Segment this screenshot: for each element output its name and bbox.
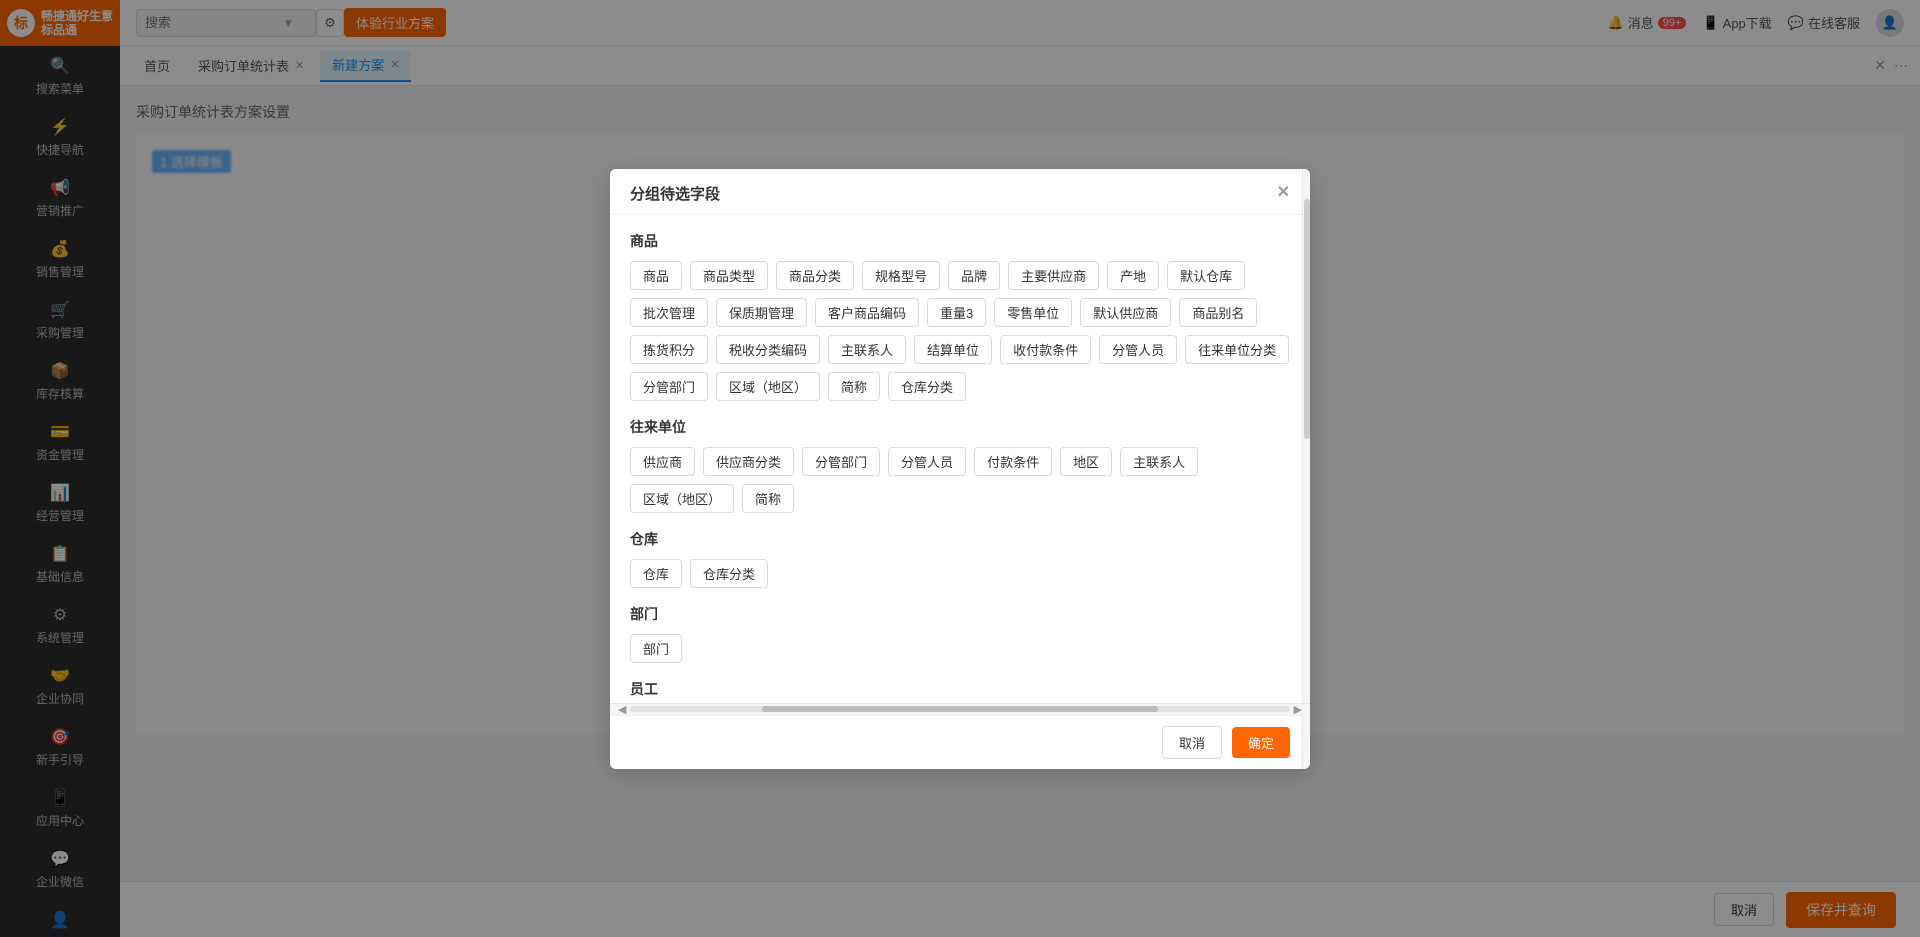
hscroll-track	[630, 706, 1289, 712]
section-partner-chips: 供应商 供应商分类 分管部门 分管人员 付款条件 地区 主联系人 区域（地区） …	[630, 447, 1290, 513]
chip-settle-unit[interactable]: 结算单位	[914, 335, 992, 364]
chip-manager[interactable]: 分管人员	[1099, 335, 1177, 364]
chip-default-warehouse[interactable]: 默认仓库	[1167, 261, 1245, 290]
chip-product-alias[interactable]: 商品别名	[1179, 298, 1257, 327]
chip-dept[interactable]: 分管部门	[630, 372, 708, 401]
chip-abbr[interactable]: 简称	[828, 372, 880, 401]
chip-product-type[interactable]: 商品类型	[690, 261, 768, 290]
chip-batch-mgmt[interactable]: 批次管理	[630, 298, 708, 327]
section-product-title: 商品	[630, 231, 1290, 251]
chip-supplier-category[interactable]: 供应商分类	[703, 447, 794, 476]
section-product: 商品 商品 商品类型 商品分类 规格型号 品牌 主要供应商 产地 默认仓库 批次…	[630, 231, 1290, 401]
chip-abbr2[interactable]: 简称	[742, 484, 794, 513]
chip-pick-points[interactable]: 拣货积分	[630, 335, 708, 364]
modal-dialog: 分组待选字段 ✕ 商品 商品 商品类型 商品分类 规格型号 品牌 主要供应商 产…	[610, 169, 1310, 769]
chip-area[interactable]: 地区	[1060, 447, 1112, 476]
section-product-chips: 商品 商品类型 商品分类 规格型号 品牌 主要供应商 产地 默认仓库 批次管理 …	[630, 261, 1290, 401]
chip-product-spec[interactable]: 规格型号	[862, 261, 940, 290]
chip-main-contact[interactable]: 主联系人	[828, 335, 906, 364]
chip-default-supplier[interactable]: 默认供应商	[1080, 298, 1171, 327]
chip-warehouse-cat[interactable]: 仓库分类	[888, 372, 966, 401]
chip-expiry-mgmt[interactable]: 保质期管理	[716, 298, 807, 327]
chip-warehouse-category[interactable]: 仓库分类	[690, 559, 768, 588]
modal-confirm-button[interactable]: 确定	[1232, 727, 1290, 758]
scroll-right-arrow[interactable]: ▶	[1290, 703, 1306, 716]
section-warehouse: 仓库 仓库 仓库分类	[630, 529, 1290, 588]
section-warehouse-chips: 仓库 仓库分类	[630, 559, 1290, 588]
chip-manage-dept[interactable]: 分管部门	[802, 447, 880, 476]
modal-title: 分组待选字段	[630, 183, 720, 204]
section-partner-title: 往来单位	[630, 417, 1290, 437]
scrollbar-thumb	[1304, 199, 1310, 439]
modal-footer: 取消 确定	[610, 715, 1310, 769]
chip-retail-unit[interactable]: 零售单位	[994, 298, 1072, 327]
chip-region[interactable]: 区域（地区）	[716, 372, 820, 401]
scroll-left-arrow[interactable]: ◀	[614, 703, 630, 716]
section-partner: 往来单位 供应商 供应商分类 分管部门 分管人员 付款条件 地区 主联系人 区域…	[630, 417, 1290, 513]
chip-supplier[interactable]: 供应商	[630, 447, 695, 476]
chip-product-category[interactable]: 商品分类	[776, 261, 854, 290]
chip-payment-cond[interactable]: 付款条件	[974, 447, 1052, 476]
chip-manage-person[interactable]: 分管人员	[888, 447, 966, 476]
chip-product[interactable]: 商品	[630, 261, 682, 290]
modal-cancel-button[interactable]: 取消	[1162, 726, 1222, 759]
chip-department[interactable]: 部门	[630, 634, 682, 663]
modal-horizontal-scrollbar[interactable]: ◀ ▶	[610, 703, 1310, 715]
modal-vertical-scrollbar[interactable]	[1302, 169, 1310, 769]
section-warehouse-title: 仓库	[630, 529, 1290, 549]
chip-partner-category[interactable]: 往来单位分类	[1185, 335, 1289, 364]
chip-warehouse[interactable]: 仓库	[630, 559, 682, 588]
hscroll-thumb	[762, 706, 1157, 712]
chip-weight3[interactable]: 重量3	[927, 298, 986, 327]
section-department-chips: 部门	[630, 634, 1290, 663]
section-department-title: 部门	[630, 604, 1290, 624]
modal-body[interactable]: 商品 商品 商品类型 商品分类 规格型号 品牌 主要供应商 产地 默认仓库 批次…	[610, 215, 1310, 703]
modal-close-button[interactable]: ✕	[1277, 185, 1290, 201]
modal-header: 分组待选字段 ✕	[610, 169, 1310, 215]
modal-overlay: 分组待选字段 ✕ 商品 商品 商品类型 商品分类 规格型号 品牌 主要供应商 产…	[0, 0, 1920, 937]
section-employee: 员工 业务员	[630, 679, 1290, 703]
chip-tax-code[interactable]: 税收分类编码	[716, 335, 820, 364]
chip-payment-terms[interactable]: 收付款条件	[1000, 335, 1091, 364]
chip-origin[interactable]: 产地	[1107, 261, 1159, 290]
chip-main-contact2[interactable]: 主联系人	[1120, 447, 1198, 476]
chip-brand[interactable]: 品牌	[948, 261, 1000, 290]
section-employee-title: 员工	[630, 679, 1290, 699]
section-department: 部门 部门	[630, 604, 1290, 663]
chip-main-supplier[interactable]: 主要供应商	[1008, 261, 1099, 290]
chip-region2[interactable]: 区域（地区）	[630, 484, 734, 513]
chip-customer-code[interactable]: 客户商品编码	[815, 298, 919, 327]
